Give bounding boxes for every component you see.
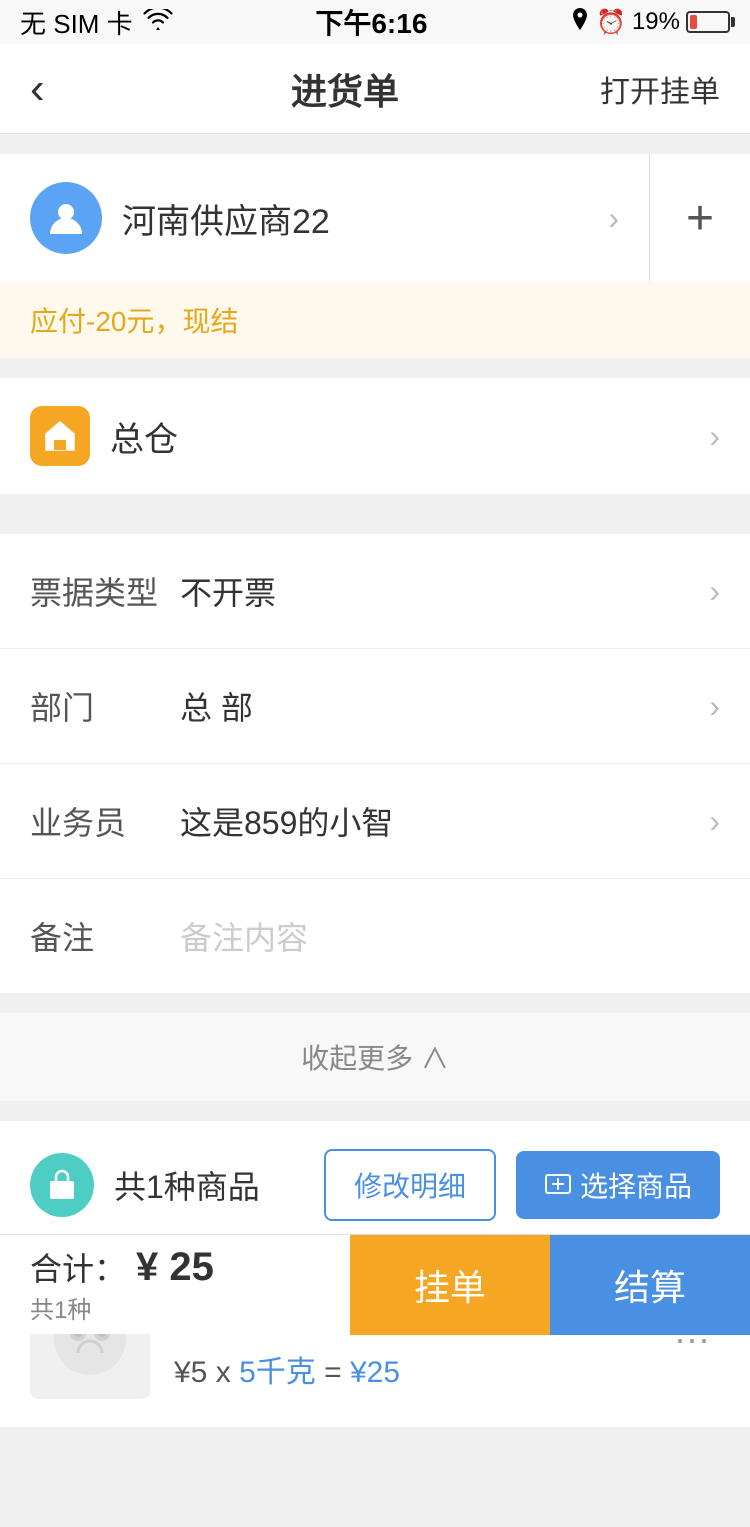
- location-icon: [570, 7, 590, 38]
- invoice-label: 票据类型: [30, 568, 160, 614]
- page-title: 进货单: [291, 63, 399, 115]
- battery-icon: [686, 11, 730, 33]
- add-supplier-button[interactable]: +: [650, 191, 750, 246]
- remark-input[interactable]: 备注内容: [160, 913, 720, 959]
- warning-bar: 应付-20元，现结: [0, 282, 750, 358]
- checkout-button[interactable]: 结算: [550, 1235, 750, 1335]
- dept-row[interactable]: 部门 总 部 ›: [0, 649, 750, 764]
- remark-row[interactable]: 备注 备注内容: [0, 879, 750, 993]
- chevron-right-icon: ›: [608, 200, 619, 237]
- product-icon: [30, 1153, 94, 1217]
- open-pending-button[interactable]: 打开挂单: [600, 67, 720, 111]
- warehouse-name: 总仓: [110, 412, 699, 461]
- carrier-text: 无 SIM 卡: [20, 4, 133, 41]
- supplier-selector[interactable]: 河南供应商22 ›: [0, 154, 650, 282]
- warehouse-chevron-icon: ›: [709, 418, 720, 455]
- select-product-label: 选择商品: [580, 1165, 692, 1205]
- footer: 合计： ¥ 25 共1种 挂单 结算: [0, 1234, 750, 1334]
- hang-order-button[interactable]: 挂单: [350, 1235, 550, 1335]
- supplier-section: 河南供应商22 › +: [0, 154, 750, 282]
- status-left: 无 SIM 卡: [20, 4, 173, 41]
- form-section: 票据类型 不开票 › 部门 总 部 › 业务员 这是859的小智 › 备注 备注…: [0, 534, 750, 993]
- supplier-name: 河南供应商22: [122, 194, 598, 243]
- gap-1: [0, 134, 750, 154]
- battery-text: 19%: [632, 8, 680, 36]
- remark-label: 备注: [30, 913, 160, 959]
- product-total: ¥25: [350, 1356, 400, 1389]
- total-amount: ¥ 25: [136, 1245, 214, 1290]
- warehouse-section[interactable]: 总仓 ›: [0, 378, 750, 494]
- sales-chevron-icon: ›: [709, 803, 720, 840]
- gap-2: [0, 494, 750, 514]
- invoice-type-row[interactable]: 票据类型 不开票 ›: [0, 534, 750, 649]
- select-product-button[interactable]: 选择商品: [516, 1151, 720, 1219]
- edit-detail-button[interactable]: 修改明细: [324, 1149, 496, 1221]
- product-count: 共1种商品: [114, 1162, 304, 1208]
- alarm-icon: ⏰: [596, 8, 626, 37]
- invoice-value: 不开票: [160, 568, 699, 614]
- unit-price: ¥5: [174, 1356, 207, 1389]
- sales-row[interactable]: 业务员 这是859的小智 ›: [0, 764, 750, 879]
- supplier-avatar: [30, 182, 102, 254]
- product-qty: 5千克: [239, 1356, 316, 1389]
- product-header: 共1种商品 修改明细 选择商品: [0, 1121, 750, 1249]
- invoice-chevron-icon: ›: [709, 573, 720, 610]
- total-count: 共1种: [30, 1290, 320, 1325]
- sales-value: 这是859的小智: [160, 798, 699, 844]
- collapse-button[interactable]: 收起更多 ∧: [0, 1013, 750, 1101]
- total-label: 合计：: [30, 1244, 126, 1290]
- product-price: ¥5 x 5千克 = ¥25: [174, 1347, 640, 1391]
- wifi-icon: [143, 7, 173, 38]
- sales-label: 业务员: [30, 798, 160, 844]
- dept-value: 总 部: [160, 683, 699, 729]
- bottom-spacer: [0, 1427, 750, 1527]
- dept-label: 部门: [30, 683, 160, 729]
- status-right: ⏰ 19%: [570, 7, 730, 38]
- footer-total: 合计： ¥ 25 共1种: [0, 1244, 350, 1325]
- status-bar: 无 SIM 卡 下午6:16 ⏰ 19%: [0, 0, 750, 44]
- dept-chevron-icon: ›: [709, 688, 720, 725]
- status-time: 下午6:16: [315, 2, 427, 42]
- warehouse-icon: [30, 406, 90, 466]
- back-button[interactable]: ‹: [30, 64, 90, 114]
- nav-bar: ‹ 进货单 打开挂单: [0, 44, 750, 134]
